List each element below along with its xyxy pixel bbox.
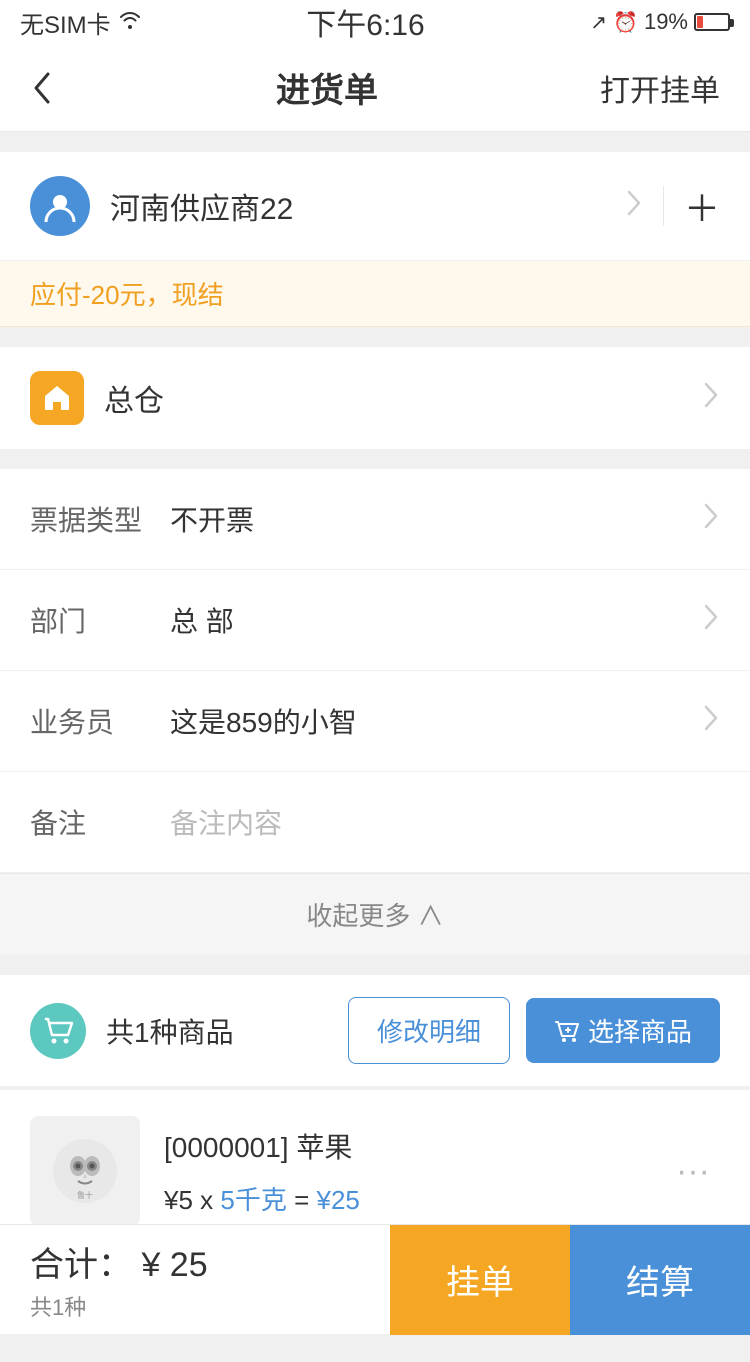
quantity: 5千克 (220, 1185, 286, 1215)
remark-value: 备注内容 (170, 802, 720, 842)
battery-percent: 19% (644, 9, 688, 35)
back-button[interactable] (30, 68, 54, 108)
product-name: [0000001] 苹果 (164, 1126, 666, 1166)
page-title: 进货单 (276, 63, 378, 112)
status-left: 无SIM卡 (20, 5, 141, 40)
total-count: 共1种 (30, 1290, 360, 1322)
total-value: ¥ 25 (141, 1246, 207, 1284)
department-row[interactable]: 部门 总 部 (0, 570, 750, 671)
select-product-label: 选择商品 (588, 1012, 692, 1049)
warehouse-row[interactable]: 总仓 (0, 347, 750, 449)
carrier-label: 无SIM卡 (20, 5, 111, 40)
suspend-button[interactable]: 挂单 (390, 1225, 570, 1335)
invoice-row[interactable]: 票据类型 不开票 (0, 469, 750, 570)
total-label: 合计： (30, 1246, 132, 1284)
supplier-name: 河南供应商22 (110, 184, 625, 228)
form-section: 票据类型 不开票 部门 总 部 业务员 这是859的小智 (0, 469, 750, 955)
invoice-chevron (702, 501, 720, 538)
remark-row[interactable]: 备注 备注内容 (0, 772, 750, 873)
invoice-label: 票据类型 (30, 499, 170, 539)
department-value: 总 部 (170, 600, 702, 640)
footer: 合计： ¥ 25 共1种 挂单 结算 (0, 1224, 750, 1334)
warehouse-icon (30, 371, 84, 425)
open-suspend-button[interactable]: 打开挂单 (600, 66, 720, 110)
product-price-row: ¥5 x 5千克 = ¥25 (164, 1180, 666, 1217)
divider (663, 186, 664, 226)
sales-value: 这是859的小智 (170, 701, 702, 741)
sales-row[interactable]: 业务员 这是859的小智 (0, 671, 750, 772)
remark-label: 备注 (30, 802, 170, 842)
warehouse-section: 总仓 (0, 347, 750, 449)
supplier-section: 河南供应商22 ＋ 应付-20元，现结 (0, 152, 750, 327)
department-chevron (702, 602, 720, 639)
checkout-button[interactable]: 结算 (570, 1225, 750, 1335)
unit-price: ¥5 (164, 1185, 193, 1215)
wifi-icon (119, 8, 141, 36)
section-gap-1 (0, 132, 750, 152)
alarm-icon: ⏰ (613, 10, 638, 35)
nav-bar: 进货单 打开挂单 (0, 44, 750, 132)
cart-icon (30, 1003, 86, 1059)
avatar (30, 176, 90, 236)
section-gap-3 (0, 449, 750, 469)
collapse-bar[interactable]: 收起更多 ∧ (0, 873, 750, 955)
total-price: ¥25 (317, 1185, 360, 1215)
product-header: 共1种商品 修改明细 选择商品 (0, 975, 750, 1087)
product-thumbnail: 鲁十 (30, 1116, 140, 1226)
total-amount: 合计： ¥ 25 (30, 1237, 360, 1286)
supplier-row[interactable]: 河南供应商22 ＋ (0, 152, 750, 261)
status-right: ↗ ⏰ 19% (590, 9, 730, 35)
battery-icon (694, 13, 730, 31)
supplier-chevron (625, 188, 643, 225)
product-info: [0000001] 苹果 ¥5 x 5千克 = ¥25 (164, 1126, 666, 1217)
location-icon: ↗ (590, 10, 607, 35)
sales-chevron (702, 703, 720, 740)
add-supplier-button[interactable]: ＋ (684, 180, 720, 232)
page-content: 河南供应商22 ＋ 应付-20元，现结 总仓 (0, 132, 750, 1362)
section-gap-2 (0, 327, 750, 347)
status-time: 下午6:16 (306, 0, 424, 44)
collapse-label: 收起更多 ∧ (306, 896, 443, 933)
sales-label: 业务员 (30, 701, 170, 741)
select-product-button[interactable]: 选择商品 (526, 998, 720, 1063)
warehouse-chevron (702, 380, 720, 417)
invoice-value: 不开票 (170, 499, 702, 539)
product-code: [0000001] (164, 1132, 289, 1163)
supplier-notice: 应付-20元，现结 (0, 261, 750, 327)
product-count: 共1种商品 (106, 1011, 348, 1051)
edit-detail-button[interactable]: 修改明细 (348, 997, 510, 1064)
warehouse-name: 总仓 (104, 376, 702, 420)
product-more-button[interactable]: ··· (666, 1152, 720, 1191)
status-bar: 无SIM卡 下午6:16 ↗ ⏰ 19% (0, 0, 750, 44)
svg-text:鲁十: 鲁十 (77, 1190, 93, 1200)
department-label: 部门 (30, 600, 170, 640)
footer-total: 合计： ¥ 25 共1种 (0, 1237, 390, 1322)
